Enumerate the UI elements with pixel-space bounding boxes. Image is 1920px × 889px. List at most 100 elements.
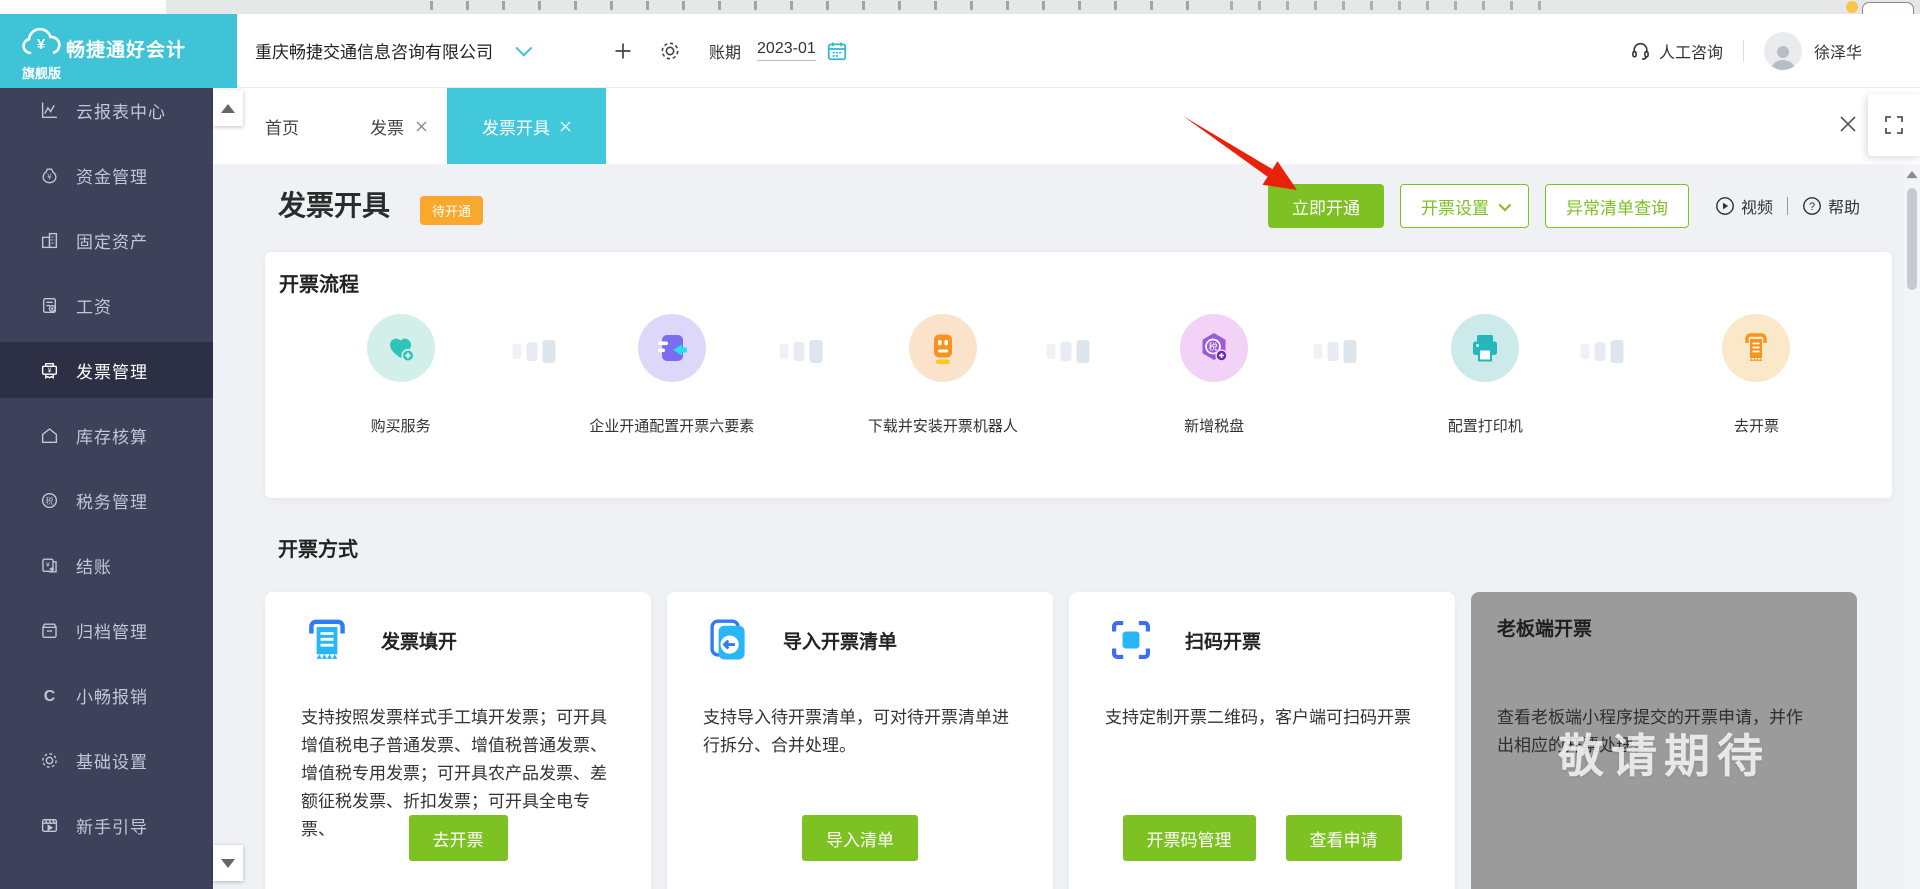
sidebar-item-reimbursement[interactable]: C 小畅报销 [0, 663, 213, 728]
invoice-flow-card: 开票流程 购买服务 企业开通配置开票六要素 下载并安装开票机器人 税 新增税盘 … [265, 252, 1892, 498]
tab-home[interactable]: 首页 [265, 88, 299, 164]
document-import-icon [637, 314, 706, 382]
gear-icon [38, 750, 60, 772]
tab-invoice[interactable]: 发票 [370, 88, 427, 164]
browser-blurred-text [430, 1, 1210, 10]
gear-icon[interactable] [659, 40, 681, 62]
sidebar-item-invoice-management[interactable]: ¥ 发票管理 [0, 342, 213, 398]
svg-text:¥: ¥ [47, 367, 51, 374]
svg-text:¥: ¥ [46, 562, 50, 569]
flow-separator [1313, 340, 1357, 363]
help-link[interactable]: ? 帮助 [1802, 194, 1860, 218]
fullscreen-button[interactable] [1868, 94, 1920, 156]
chevron-down-icon[interactable] [515, 39, 533, 57]
tab-invoice-issue-active[interactable]: 发票开具 [447, 88, 606, 164]
company-selector[interactable]: 重庆畅捷交通信息咨询有限公司 [255, 38, 493, 63]
printer-icon [1451, 314, 1520, 382]
invoice-code-manage-button[interactable]: 开票码管理 [1122, 815, 1256, 861]
browser-chrome-strip [0, 0, 1920, 14]
import-list-button[interactable]: 导入清单 [802, 815, 918, 861]
sidebar-item-payroll[interactable]: 工资 [0, 273, 213, 338]
period-label: 账期 [709, 44, 742, 62]
close-icon[interactable] [1838, 114, 1858, 134]
scrollbar-thumb[interactable] [1907, 188, 1917, 290]
chart-icon [38, 100, 60, 122]
browser-blurred-text [1230, 1, 1560, 10]
svg-text:?: ? [1809, 201, 1815, 213]
qr-scan-icon [1105, 614, 1157, 666]
close-tab-icon[interactable] [560, 121, 571, 132]
flow-step-configure-elements[interactable]: 企业开通配置开票六要素 [536, 314, 807, 436]
card-title: 老板端开票 [1497, 619, 1593, 640]
sidebar-item-closing[interactable]: ¥ 结账 [0, 533, 213, 598]
user-name[interactable]: 徐泽华 [1814, 39, 1862, 63]
sidebar-item-fixed-assets[interactable]: 固定资产 [0, 208, 213, 273]
view-requests-button[interactable]: 查看申请 [1285, 815, 1402, 861]
flow-separator [1046, 340, 1090, 363]
status-badge: 待开通 [420, 196, 484, 225]
svg-text:税: 税 [1209, 341, 1218, 352]
svg-text:¥: ¥ [37, 36, 46, 53]
video-guide-icon [38, 815, 60, 837]
flow-step-install-robot[interactable]: 下载并安装开票机器人 [807, 314, 1078, 436]
calendar-icon[interactable] [826, 40, 848, 62]
vertical-scrollbar[interactable] [1904, 164, 1920, 889]
svg-text:C: C [43, 688, 54, 705]
flow-step-add-tax-disk[interactable]: 税 新增税盘 [1079, 314, 1350, 436]
card-description: 支持导入待开票清单，可对待开票清单进行拆分、合并处理。 [703, 708, 1009, 755]
card-title: 发票填开 [381, 631, 458, 653]
sidebar-item-cloud-reports[interactable]: 云报表中心 [0, 88, 213, 143]
activate-now-button[interactable]: 立即开通 [1267, 184, 1384, 228]
money-bag-icon: ¥ [38, 165, 60, 187]
flow-separator [779, 340, 823, 363]
card-title: 导入开票清单 [783, 631, 898, 653]
triangle-up-icon [221, 103, 235, 113]
receipt-icon [1722, 314, 1791, 382]
sidebar-item-settings[interactable]: 基础设置 [0, 728, 213, 793]
main-content: 发票开具 待开通 立即开通 开票设置 异常清单查询 视频 ? 帮助 开票流程 购… [213, 164, 1920, 889]
flow-step-go-invoice[interactable]: 去开票 [1621, 314, 1892, 436]
sidebar: 云报表中心 ¥ 资金管理 固定资产 工资 ¥ 发票管理 库存核算 税 税务管理 … [0, 88, 213, 889]
closing-icon: ¥ [38, 555, 60, 577]
headset-icon [1632, 42, 1649, 61]
card-scan-invoice: 扫码开票 支持定制开票二维码，客户端可扫码开票 开票码管理 查看申请 [1069, 592, 1455, 889]
sidebar-item-tax[interactable]: 税 税务管理 [0, 468, 213, 533]
tax-icon: 税 [38, 490, 60, 512]
sidebar-scroll-up-button[interactable] [213, 90, 243, 126]
flow-section-title: 开票流程 [279, 274, 359, 296]
avatar[interactable] [1763, 31, 1802, 70]
tab-bar: 首页 发票 发票开具 [213, 88, 1920, 164]
period-value[interactable]: 2023-01 [757, 40, 816, 61]
cloud-logo-icon: ¥ [20, 27, 64, 61]
sidebar-item-funds[interactable]: ¥ 资金管理 [0, 143, 213, 208]
live-support-link[interactable]: 人工咨询 [1630, 39, 1723, 63]
flow-step-buy-service[interactable]: 购买服务 [265, 314, 536, 436]
help-circle-icon: ? [1803, 197, 1821, 215]
browser-left-area [0, 0, 166, 14]
sidebar-item-guide[interactable]: 新手引导 [0, 793, 213, 858]
app-logo: ¥ 畅捷通好会计 旗舰版 [0, 14, 237, 88]
sidebar-item-archive[interactable]: 归档管理 [0, 598, 213, 663]
browser-tab-stub [1862, 2, 1914, 14]
abnormal-list-query-button[interactable]: 异常清单查询 [1544, 184, 1689, 228]
scroll-up-arrow-icon[interactable] [1906, 170, 1918, 179]
sidebar-item-inventory[interactable]: 库存核算 [0, 403, 213, 468]
card-title: 扫码开票 [1185, 631, 1262, 653]
warehouse-icon [38, 425, 60, 447]
flow-separator [1580, 340, 1624, 363]
top-header: 重庆畅捷交通信息咨询有限公司 账期 2023-01 人工咨询 徐泽华 [237, 14, 1920, 88]
divider [1786, 197, 1788, 215]
tax-disk-icon: 税 [1180, 314, 1249, 382]
add-account-button[interactable] [613, 41, 633, 61]
close-tab-icon[interactable] [416, 121, 427, 132]
invoice-settings-button[interactable]: 开票设置 [1399, 184, 1529, 228]
fullscreen-icon [1885, 116, 1903, 134]
flow-step-configure-printer[interactable]: 配置打印机 [1350, 314, 1621, 436]
sidebar-scroll-down-button[interactable] [213, 845, 243, 881]
go-invoice-button[interactable]: 去开票 [408, 815, 508, 861]
video-link[interactable]: 视频 [1715, 194, 1773, 218]
methods-section-title: 开票方式 [278, 539, 358, 561]
payroll-icon [38, 295, 60, 317]
triangle-down-icon [221, 858, 235, 868]
archive-icon [38, 620, 60, 642]
